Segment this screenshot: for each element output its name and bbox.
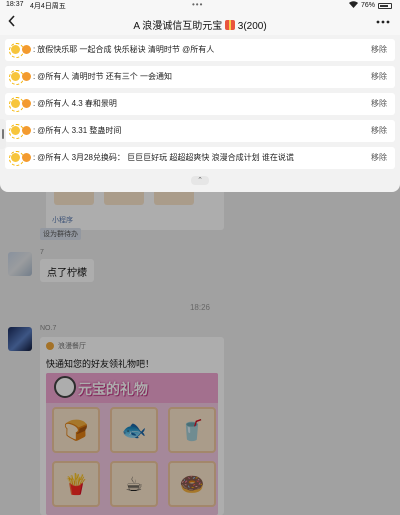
more-icon [376,20,390,24]
orange-icon [22,153,31,162]
pinned-notices-panel: : 放假快乐耶 一起合成 快乐秘诀 清明时节 @所有人 移除 : @所有人 清明… [0,35,400,192]
wifi-icon [348,1,358,10]
remove-button[interactable]: 移除 [371,44,387,55]
status-date: 4月4日周五 [30,3,66,10]
group-name: A 浪漫诚信互助元宝 [133,21,223,32]
sun-icon [9,43,24,58]
notice-text: 放假快乐耶 一起合成 快乐秘诀 清明时节 @所有人 [37,45,215,54]
sun-icon [9,97,24,112]
remove-button[interactable]: 移除 [371,125,387,136]
pinned-notice[interactable]: : 放假快乐耶 一起合成 快乐秘诀 清明时节 @所有人 移除 [5,39,395,61]
pinned-notice[interactable]: : @所有人 4.3 春和景明 移除 [5,93,395,115]
orange-icon [22,72,31,81]
status-right: 76% [348,1,392,10]
more-button[interactable] [376,13,390,30]
battery-icon [378,2,392,9]
gift-icon [225,20,235,30]
status-time: 18:37 [6,1,24,8]
chat-header: A 浪漫诚信互助元宝 3(200) [0,11,400,35]
remove-button[interactable]: 移除 [371,98,387,109]
multitask-dots[interactable]: ••• [192,0,203,9]
pinned-notice[interactable]: : @所有人 清明时节 还有三个 一会通知 移除 [5,66,395,88]
pinned-notice[interactable]: : @所有人 3.31 整蛊时间 移除 [5,120,395,142]
sun-icon [9,124,24,139]
notice-text: @所有人 清明时节 还有三个 一会通知 [37,72,173,81]
notice-text: @所有人 3月28兑换码： 巨巨巨好玩 超超超爽快 浪漫合成计划 谁在说谎 [37,153,294,162]
pinned-notice[interactable]: : @所有人 3月28兑换码： 巨巨巨好玩 超超超爽快 浪漫合成计划 谁在说谎 … [5,147,395,169]
orange-icon [22,45,31,54]
side-drag-handle[interactable] [0,119,6,149]
notice-text: @所有人 3.31 整蛊时间 [37,126,122,135]
orange-icon [22,99,31,108]
collapse-button[interactable]: ⌃ [191,176,209,185]
sun-icon [9,70,24,85]
chat-title[interactable]: A 浪漫诚信互助元宝 3(200) [0,17,400,32]
member-count: 3(200) [237,21,267,32]
remove-button[interactable]: 移除 [371,152,387,163]
battery-percent: 76% [360,2,375,9]
status-bar: 18:37 4月4日周五 ••• 76% [0,0,400,11]
remove-button[interactable]: 移除 [371,71,387,82]
notice-text: @所有人 4.3 春和景明 [37,99,117,108]
sun-icon [9,151,24,166]
orange-icon [22,126,31,135]
